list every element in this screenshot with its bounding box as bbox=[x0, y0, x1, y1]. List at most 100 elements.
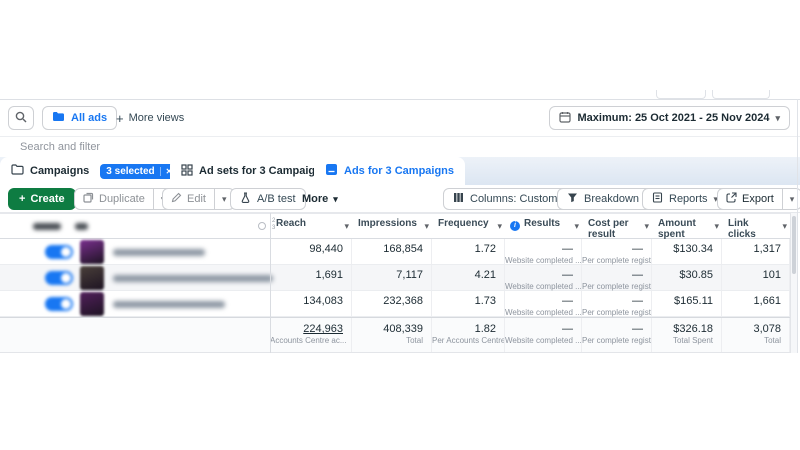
create-button[interactable]: + Create bbox=[8, 188, 76, 210]
totals-sublabel: Total bbox=[406, 336, 423, 345]
column-header-spent[interactable]: Amount spent ▾ bbox=[652, 214, 722, 240]
columns-label: Columns: Custom bbox=[470, 193, 558, 205]
totals-value[interactable]: 224,963 bbox=[270, 318, 351, 335]
column-header-cost[interactable]: Cost per result ▾ bbox=[582, 214, 652, 240]
ad-active-toggle[interactable] bbox=[45, 245, 73, 259]
column-header-results[interactable]: i Results ▾ bbox=[505, 214, 582, 240]
cell-value: — bbox=[562, 295, 573, 307]
duplicate-button-group: Duplicate ▾ bbox=[74, 188, 174, 210]
info-icon: i bbox=[510, 221, 520, 231]
ad-thumbnail bbox=[80, 240, 104, 264]
sort-caret-icon: ▾ bbox=[574, 221, 579, 231]
totals-metrics: 224,963 Accounts Centre ac... 408,339 Total… bbox=[270, 318, 790, 352]
more-label: More bbox=[302, 193, 329, 205]
chevron-down-icon: ▾ bbox=[221, 193, 227, 204]
scrollbar-thumb[interactable] bbox=[792, 216, 796, 274]
column-header-label: Link clicks bbox=[728, 218, 756, 240]
search-button[interactable] bbox=[8, 106, 34, 130]
sort-caret-icon: ▾ bbox=[644, 221, 649, 231]
tab-ads-label: Ads for 3 Campaigns bbox=[344, 165, 455, 177]
blurred-ad-name bbox=[113, 249, 205, 256]
duplicate-button[interactable]: Duplicate bbox=[75, 189, 153, 209]
sort-caret-icon: ▾ bbox=[782, 221, 787, 231]
cell-value: 98,440 bbox=[309, 243, 343, 255]
date-range-button[interactable]: Maximum: 25 Oct 2021 - 25 Nov 2024 ▾ bbox=[549, 106, 790, 130]
export-button[interactable]: Export bbox=[718, 189, 782, 209]
cell-value: 168,854 bbox=[383, 243, 423, 255]
ab-test-button[interactable]: A/B test bbox=[230, 188, 306, 210]
more-views-button[interactable]: + More views bbox=[116, 106, 184, 130]
column-header-label: Impressions bbox=[358, 218, 417, 229]
cutoff-ui-fragment bbox=[712, 90, 770, 99]
totals-sublabel: Per complete registr... bbox=[582, 336, 651, 345]
more-views-label: More views bbox=[128, 112, 185, 124]
cell-value: $30.85 bbox=[679, 269, 713, 281]
cell-value: 1.73 bbox=[474, 295, 496, 307]
cell-sublabel: Website completed ... bbox=[505, 308, 581, 317]
breakdown-label: Breakdown bbox=[584, 193, 640, 205]
totals-row: 224,963 Accounts Centre ac... 408,339 Total… bbox=[0, 317, 791, 353]
cell-results: — Website completed ... bbox=[505, 291, 582, 317]
column-header-impressions[interactable]: Impressions ▾ bbox=[352, 214, 432, 240]
cell-cost: —Per complete registr... bbox=[582, 239, 652, 265]
cell-value: 1,691 bbox=[315, 269, 343, 281]
sort-caret-icon: ▾ bbox=[714, 221, 719, 231]
totals-value: — bbox=[632, 323, 643, 335]
totals-value: 1.82 bbox=[474, 323, 496, 335]
tab-campaigns-label: Campaigns bbox=[30, 165, 90, 177]
tab-ads[interactable]: Ads for 3 Campaigns bbox=[314, 157, 466, 185]
totals-sublabel: Total bbox=[764, 336, 781, 345]
table-row[interactable]: 134,083 232,368 1.73— Website completed ...… bbox=[0, 291, 791, 317]
column-header-clicks[interactable]: Link clicks ▾ bbox=[722, 214, 790, 240]
search-filter-input[interactable] bbox=[20, 137, 520, 157]
cell-clicks: 101 bbox=[722, 265, 790, 290]
chevron-down-icon: ▾ bbox=[775, 112, 780, 123]
cell-results: — Website completed ... bbox=[505, 265, 582, 291]
cell-sublabel: Per complete registr... bbox=[582, 308, 651, 317]
all-ads-label: All ads bbox=[71, 112, 108, 124]
selected-count-badge[interactable]: 3 selected ✕ bbox=[100, 163, 179, 179]
column-header-frequency[interactable]: Frequency ▾ bbox=[432, 214, 505, 240]
totals-cell-results: — Website completed ... bbox=[505, 318, 582, 352]
search-icon bbox=[15, 111, 27, 126]
column-header-label: Frequency bbox=[438, 218, 489, 229]
cell-value: 134,083 bbox=[303, 295, 343, 307]
vertical-scrollbar[interactable] bbox=[790, 213, 797, 353]
ad-active-toggle[interactable] bbox=[45, 297, 73, 311]
reports-button[interactable]: Reports ▾ bbox=[642, 188, 729, 210]
breakdown-funnel-icon bbox=[567, 192, 578, 206]
blurred-column-header bbox=[75, 223, 88, 230]
pin-column-icon[interactable] bbox=[258, 222, 266, 230]
cell-value: $130.34 bbox=[673, 243, 713, 255]
cell-sublabel: Website completed ... bbox=[505, 282, 581, 291]
cell-sublabel: Per complete registr... bbox=[582, 282, 651, 291]
ad-active-toggle[interactable] bbox=[45, 271, 73, 285]
cell-results: — Website completed ... bbox=[505, 239, 582, 265]
cell-spent: $165.11 bbox=[652, 291, 722, 316]
cell-value: 101 bbox=[762, 269, 781, 281]
chevron-down-icon: ▾ bbox=[789, 193, 795, 204]
level-tabs: Campaigns 3 selected ✕ Ad sets for 3 Cam… bbox=[0, 157, 800, 185]
cell-reach: 98,440 bbox=[270, 239, 352, 264]
cell-value: — bbox=[562, 243, 573, 255]
table-row[interactable]: 98,440 168,854 1.72— Website completed ... —… bbox=[0, 239, 791, 265]
table-row[interactable]: 1,691 7,117 4.21— Website completed ... — Per… bbox=[0, 265, 791, 291]
cell-value: — bbox=[632, 269, 643, 281]
campaigns-folder-icon bbox=[11, 164, 24, 178]
column-header-reach[interactable]: Reach ▾ bbox=[270, 214, 352, 240]
edit-button-group: Edit ▾ bbox=[162, 188, 235, 210]
totals-value: $326.18 bbox=[673, 323, 713, 335]
sort-caret-icon: ▾ bbox=[344, 221, 349, 231]
tab-campaigns[interactable]: Campaigns 3 selected ✕ bbox=[0, 157, 190, 185]
cell-frequency: 4.21 bbox=[432, 265, 505, 290]
all-ads-button[interactable]: All ads bbox=[42, 106, 118, 130]
ads-manager-app: All ads + More views Maximum: 25 Oct 202… bbox=[0, 0, 800, 450]
totals-cell-frequency: 1.82Per Accounts Centre... bbox=[432, 318, 505, 352]
date-range-label: Maximum: 25 Oct 2021 - 25 Nov 2024 bbox=[577, 112, 770, 124]
cell-impressions: 7,117 bbox=[352, 265, 432, 290]
edit-button[interactable]: Edit bbox=[163, 189, 214, 209]
ad-thumbnail bbox=[80, 266, 104, 290]
more-button[interactable]: More ▾ bbox=[302, 188, 338, 210]
reports-document-icon bbox=[652, 192, 663, 206]
cell-value: — bbox=[632, 295, 643, 307]
